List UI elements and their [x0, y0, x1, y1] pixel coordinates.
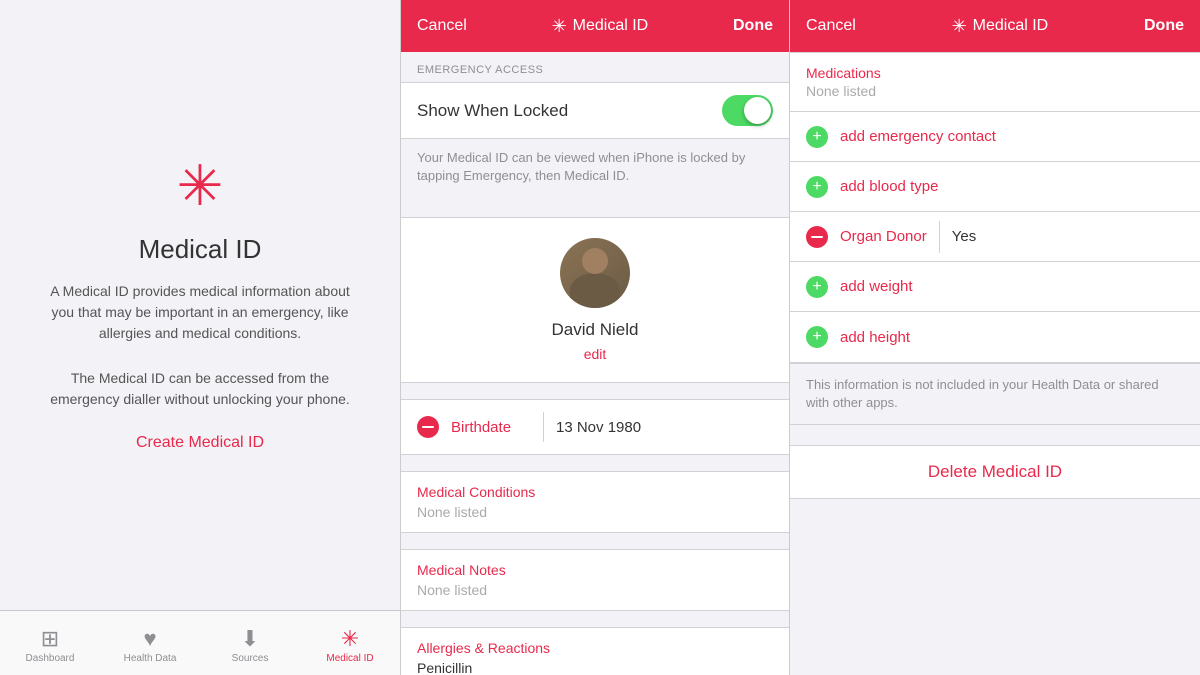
- right-title-text: Medical ID: [973, 17, 1049, 35]
- allergies-group: Allergies & Reactions Penicillin: [401, 627, 789, 675]
- add-height-row[interactable]: add height: [790, 312, 1200, 362]
- medical-id-icon: ✳: [177, 158, 224, 214]
- avatar: [560, 238, 630, 308]
- disclaimer-text: This information is not included in your…: [790, 363, 1200, 425]
- tab-dashboard-label: Dashboard: [26, 653, 75, 664]
- show-when-locked-toggle[interactable]: [722, 95, 773, 126]
- medical-notes-value: None listed: [417, 582, 773, 606]
- right-nav-title: ✳ Medical ID: [952, 16, 1049, 37]
- medications-label: Medications: [806, 65, 1184, 81]
- tab-bar: ⊞ Dashboard ♥ Health Data ⬇ Sources ✳ Me…: [0, 610, 400, 675]
- right-cancel-button[interactable]: Cancel: [806, 17, 856, 35]
- left-content: ✳ Medical ID A Medical ID provides medic…: [0, 0, 400, 610]
- panel-mid: Cancel ✳ Medical ID Done EMERGENCY ACCES…: [400, 0, 790, 675]
- tab-dashboard[interactable]: ⊞ Dashboard: [0, 622, 100, 664]
- organ-donor-row: Organ Donor Yes: [790, 212, 1200, 262]
- medications-row: Medications None listed: [790, 53, 1200, 112]
- right-nav-bar: Cancel ✳ Medical ID Done: [790, 0, 1200, 52]
- birthdate-label: Birthdate: [451, 419, 531, 436]
- mid-title-text: Medical ID: [573, 17, 649, 35]
- birthdate-divider: [543, 412, 544, 442]
- emergency-access-header: EMERGENCY ACCESS: [401, 52, 789, 82]
- show-when-locked-label: Show When Locked: [417, 101, 568, 121]
- emergency-desc: Your Medical ID can be viewed when iPhon…: [401, 139, 789, 201]
- sources-icon: ⬇: [241, 628, 259, 650]
- tab-health-data[interactable]: ♥ Health Data: [100, 622, 200, 664]
- tab-sources-label: Sources: [232, 653, 269, 664]
- mid-done-button[interactable]: Done: [733, 17, 773, 35]
- add-height-plus-icon: [806, 326, 828, 348]
- add-emergency-row[interactable]: add emergency contact: [790, 112, 1200, 162]
- add-blood-row[interactable]: add blood type: [790, 162, 1200, 212]
- organ-divider: [939, 221, 940, 253]
- organ-donor-label: Organ Donor: [840, 228, 927, 245]
- add-height-label: add height: [840, 329, 920, 346]
- add-emergency-label: add emergency contact: [840, 128, 996, 145]
- panel-right: Cancel ✳ Medical ID Done Medications Non…: [790, 0, 1200, 675]
- medical-id-title: Medical ID: [139, 234, 262, 265]
- panel-left: ✳ Medical ID A Medical ID provides medic…: [0, 0, 400, 675]
- right-scroll[interactable]: Medications None listed add emergency co…: [790, 52, 1200, 675]
- show-when-locked-cell: Show When Locked: [401, 83, 789, 138]
- profile-name: David Nield: [552, 320, 639, 340]
- edit-link[interactable]: edit: [584, 346, 607, 362]
- allergies-value: Penicillin: [417, 660, 773, 675]
- create-medical-id-link[interactable]: Create Medical ID: [136, 434, 264, 452]
- organ-donor-value: Yes: [952, 228, 976, 245]
- medical-conditions-value: None listed: [417, 504, 773, 528]
- profile-section: David Nield edit: [401, 217, 789, 383]
- tab-medical-id[interactable]: ✳ Medical ID: [300, 622, 400, 664]
- medical-id-desc1: A Medical ID provides medical informatio…: [40, 281, 360, 344]
- medical-notes-label: Medical Notes: [417, 562, 773, 578]
- mid-cancel-button[interactable]: Cancel: [417, 17, 467, 35]
- add-blood-plus-icon: [806, 176, 828, 198]
- organ-donor-remove-button[interactable]: [806, 226, 828, 248]
- add-emergency-plus-icon: [806, 126, 828, 148]
- birthdate-group: Birthdate 13 Nov 1980: [401, 399, 789, 455]
- medications-value: None listed: [806, 83, 1184, 99]
- mid-asterisk-icon: ✳: [552, 16, 567, 37]
- mid-scroll[interactable]: EMERGENCY ACCESS Show When Locked Your M…: [401, 52, 789, 675]
- medical-conditions-group: Medical Conditions None listed: [401, 471, 789, 533]
- medical-notes-group: Medical Notes None listed: [401, 549, 789, 611]
- medical-conditions-label: Medical Conditions: [417, 484, 773, 500]
- right-done-button[interactable]: Done: [1144, 17, 1184, 35]
- tab-sources[interactable]: ⬇ Sources: [200, 622, 300, 664]
- toggle-knob: [744, 97, 771, 124]
- show-when-locked-group: Show When Locked: [401, 82, 789, 139]
- medications-section: Medications None listed add emergency co…: [790, 52, 1200, 363]
- tab-health-data-label: Health Data: [124, 653, 177, 664]
- tab-medical-id-label: Medical ID: [326, 653, 373, 664]
- mid-nav-bar: Cancel ✳ Medical ID Done: [401, 0, 789, 52]
- add-weight-label: add weight: [840, 278, 920, 295]
- add-weight-row[interactable]: add weight: [790, 262, 1200, 312]
- allergies-block: Allergies & Reactions Penicillin: [401, 628, 789, 675]
- medications-block: Medications None listed: [806, 65, 1184, 99]
- medical-id-tab-icon: ✳: [341, 628, 359, 650]
- mid-nav-title: ✳ Medical ID: [552, 16, 649, 37]
- add-weight-plus-icon: [806, 276, 828, 298]
- add-blood-label: add blood type: [840, 178, 938, 195]
- birthdate-remove-button[interactable]: [417, 416, 439, 438]
- medical-notes-block: Medical Notes None listed: [401, 550, 789, 610]
- allergies-label: Allergies & Reactions: [417, 640, 773, 656]
- medical-id-desc2: The Medical ID can be accessed from the …: [40, 368, 360, 410]
- birthdate-row: Birthdate 13 Nov 1980: [401, 400, 789, 454]
- health-data-icon: ♥: [143, 628, 156, 650]
- delete-section: Delete Medical ID: [790, 445, 1200, 499]
- dashboard-icon: ⊞: [41, 628, 59, 650]
- delete-medical-id-button[interactable]: Delete Medical ID: [928, 462, 1062, 482]
- birthdate-value: 13 Nov 1980: [556, 419, 641, 436]
- right-asterisk-icon: ✳: [952, 16, 967, 37]
- medical-conditions-block: Medical Conditions None listed: [401, 472, 789, 532]
